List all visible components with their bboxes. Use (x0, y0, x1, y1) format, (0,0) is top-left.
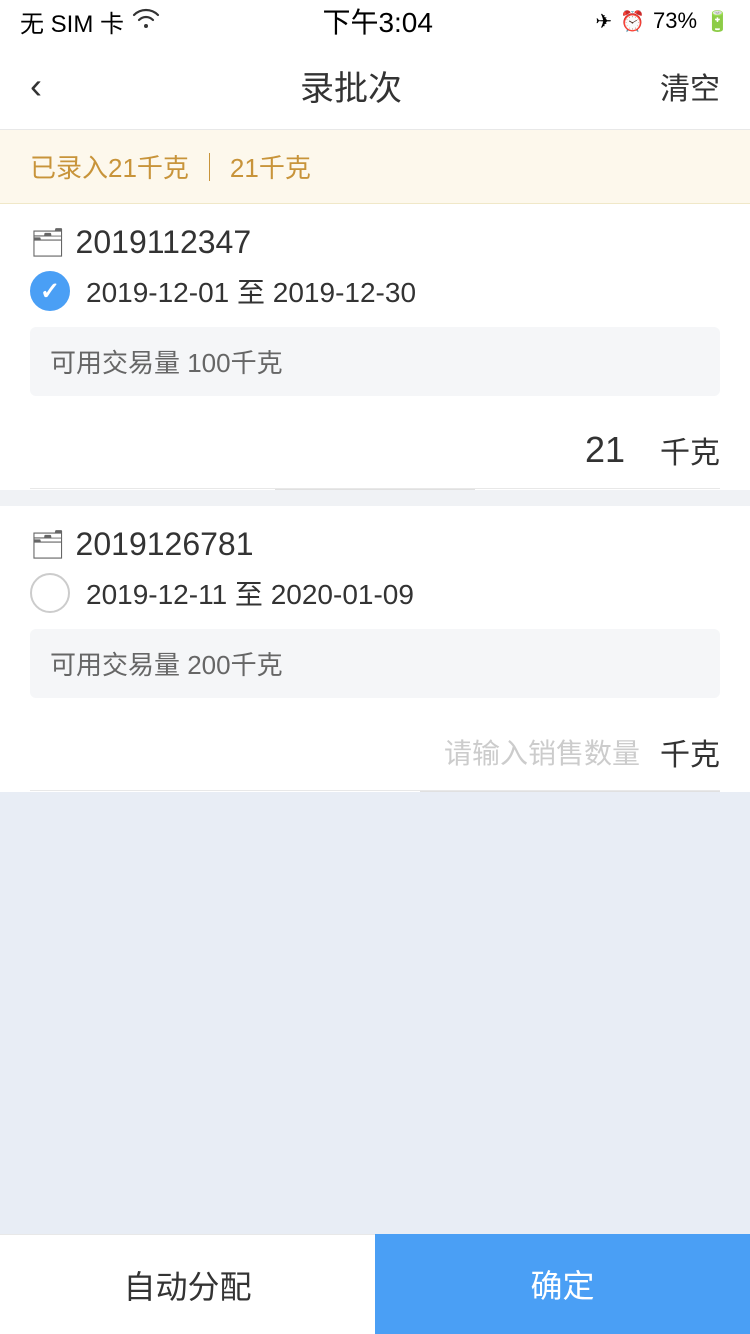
banner-divider (209, 153, 210, 181)
batch-1-radio[interactable] (30, 271, 70, 311)
battery-icon: 🔋 (705, 9, 730, 34)
batch-1-amount-input[interactable] (520, 429, 640, 471)
back-button[interactable]: ‹ (30, 65, 42, 107)
clear-button[interactable]: 清空 (660, 64, 720, 108)
batch-2-avail-text: 可用交易量 200千克 (50, 650, 283, 680)
batch-2-separator (420, 791, 720, 792)
batch-1-doc-icon: 🗂 (30, 226, 66, 259)
confirm-button[interactable]: 确定 (375, 1234, 750, 1334)
batch-1-date-range: 2019-12-01 至 2019-12-30 (86, 271, 416, 311)
no-sim-text: 无 SIM 卡 (20, 4, 124, 39)
recorded-amount-label: 已录入21千克 (30, 148, 189, 185)
batch-2-unit: 千克 (660, 730, 720, 774)
location-icon: ✈ (595, 9, 612, 34)
page-title: 录批次 (300, 61, 402, 110)
batch-1-avail-text: 可用交易量 100千克 (50, 348, 283, 378)
status-left: 无 SIM 卡 (20, 4, 160, 39)
batch-1-unit: 千克 (660, 428, 720, 472)
batch-card-1: 🗂 2019112347 2019-12-01 至 2019-12-30 可用交… (0, 204, 750, 490)
batch-2-amount-row: 请输入销售数量 千克 (30, 714, 720, 791)
wifi-icon (132, 7, 160, 35)
auto-distribute-button[interactable]: 自动分配 (0, 1234, 375, 1334)
batch-2-avail-row: 可用交易量 200千克 (30, 629, 720, 698)
batch-2-radio[interactable] (30, 573, 70, 613)
batch-1-header: 🗂 2019112347 (30, 224, 720, 261)
batch-2-date-row: 2019-12-11 至 2020-01-09 (30, 573, 720, 613)
batch-card-2: 🗂 2019126781 2019-12-11 至 2020-01-09 可用交… (0, 506, 750, 792)
batch-2-doc-icon: 🗂 (30, 528, 66, 561)
batch-1-amount-row: 千克 (30, 412, 720, 489)
batch-1-date-row: 2019-12-01 至 2019-12-30 (30, 271, 720, 311)
status-right: ✈ ⏰ 73% 🔋 (595, 8, 730, 34)
info-banner: 已录入21千克 21千克 (0, 130, 750, 204)
status-time: 下午3:04 (322, 1, 433, 41)
recorded-amount-value: 21千克 (230, 148, 311, 185)
batch-1-separator (275, 489, 475, 490)
bottom-bar: 自动分配 确定 (0, 1234, 750, 1334)
batch-2-header: 🗂 2019126781 (30, 526, 720, 563)
alarm-icon: ⏰ (620, 9, 645, 34)
batch-1-avail-row: 可用交易量 100千克 (30, 327, 720, 396)
battery-text: 73% (653, 8, 697, 34)
batch-2-amount-placeholder: 请输入销售数量 (30, 732, 640, 772)
empty-area (0, 792, 750, 1292)
batch-2-id: 2019126781 (76, 526, 254, 563)
status-bar: 无 SIM 卡 下午3:04 ✈ ⏰ 73% 🔋 (0, 0, 750, 42)
batch-1-id: 2019112347 (76, 224, 252, 261)
nav-bar: ‹ 录批次 清空 (0, 42, 750, 130)
batch-2-date-range: 2019-12-11 至 2020-01-09 (86, 573, 414, 613)
